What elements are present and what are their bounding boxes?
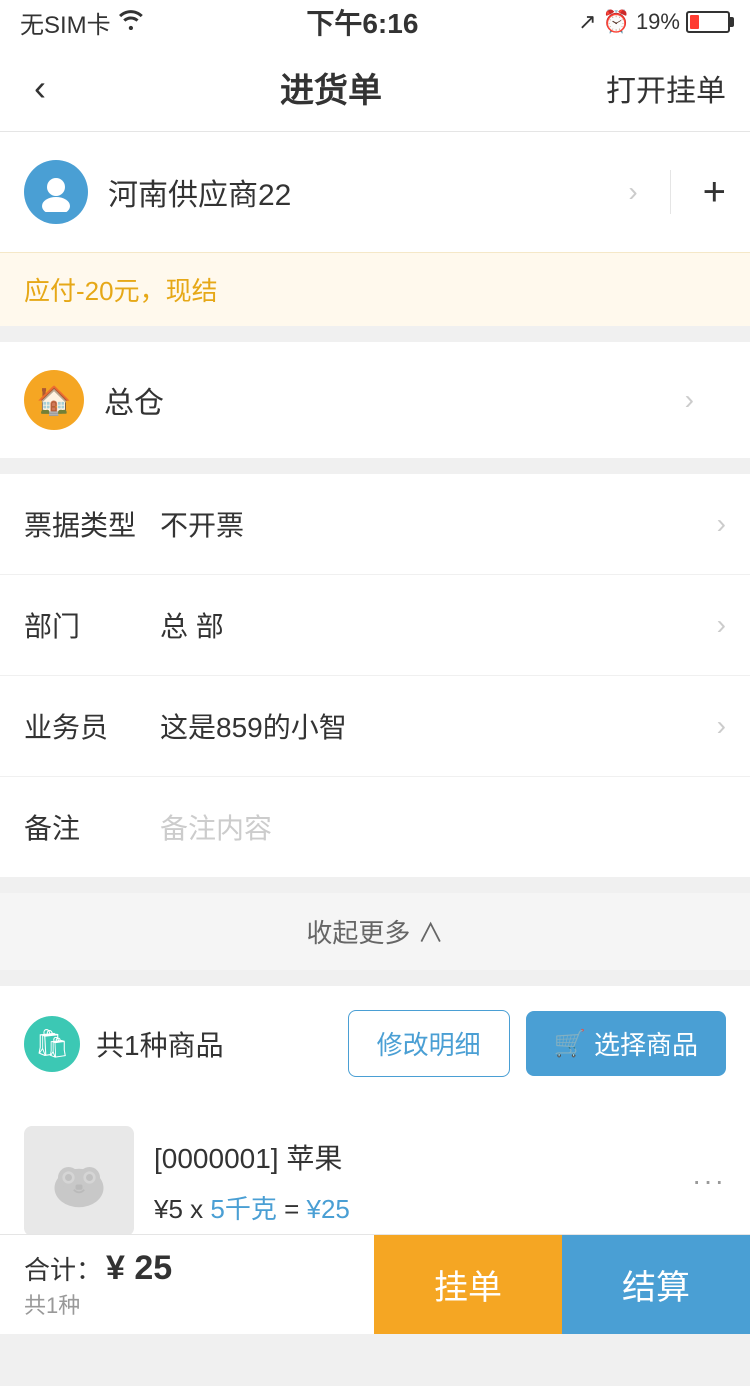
supplier-row[interactable]: 河南供应商22 › + (0, 132, 750, 252)
status-right-area: ↗ ⏰ 19% (578, 9, 730, 35)
add-supplier-button[interactable]: + (703, 170, 726, 215)
warehouse-card: 🏠 总仓 › (0, 342, 750, 458)
supplier-chevron-icon: › (628, 176, 637, 208)
battery-icon (686, 11, 730, 33)
nav-bar: ‹ 进货单 打开挂单 (0, 44, 750, 132)
equals-symbol: = (284, 1194, 299, 1224)
alarm-icon: ⏰ (603, 9, 630, 35)
battery-percent: 19% (636, 9, 680, 35)
dept-label: 部门 (24, 605, 144, 645)
select-icon: 🛒 (554, 1028, 586, 1059)
divider (670, 170, 671, 214)
status-carrier: 无SIM卡 (20, 5, 147, 40)
collapse-row[interactable]: 收起更多 ∧ (0, 893, 750, 970)
products-icon: 🛍 (24, 1016, 80, 1072)
total-count: 共1种 (24, 1288, 350, 1320)
total-section: 合计： ¥ 25 共1种 (0, 1235, 374, 1334)
collapse-label: 收起更多 ∧ (306, 913, 443, 950)
checkout-button[interactable]: 结算 (562, 1235, 750, 1334)
product-price: ¥5 x 5千克 = ¥25 (154, 1189, 672, 1226)
warehouse-name: 总仓 (104, 378, 685, 422)
status-bar: 无SIM卡 下午6:16 ↗ ⏰ 19% (0, 0, 750, 44)
product-total: ¥25 (307, 1194, 350, 1224)
products-header: 🛍 共1种商品 修改明细 🛒 选择商品 (0, 986, 750, 1101)
product-thumbnail (24, 1126, 134, 1236)
remark-row[interactable]: 备注 备注内容 (0, 776, 750, 877)
products-card: 🛍 共1种商品 修改明细 🛒 选择商品 (0, 986, 750, 1260)
product-more-button[interactable]: ··· (692, 1165, 726, 1197)
product-info: [0000001] 苹果 ¥5 x 5千克 = ¥25 (154, 1137, 672, 1226)
dept-chevron-icon: › (717, 609, 726, 641)
remark-label: 备注 (24, 807, 144, 847)
form-card: 票据类型 不开票 › 部门 总 部 › 业务员 这是859的小智 › 备注 备注… (0, 474, 750, 877)
total-label: 合计： (24, 1250, 102, 1287)
sales-chevron-icon: › (717, 710, 726, 742)
supplier-name: 河南供应商22 (108, 170, 628, 214)
dept-row[interactable]: 部门 总 部 › (0, 574, 750, 675)
product-qty: 5千克 (210, 1194, 284, 1224)
product-code: [0000001] (154, 1143, 279, 1174)
sales-label: 业务员 (24, 706, 144, 746)
invoice-label: 票据类型 (24, 504, 144, 544)
location-icon: ↗ (578, 9, 596, 35)
supplier-card: 河南供应商22 › + 应付-20元，现结 (0, 132, 750, 326)
total-amount: ¥ 25 (106, 1249, 172, 1288)
notice-banner: 应付-20元，现结 (0, 252, 750, 326)
select-label: 选择商品 (594, 1025, 698, 1062)
sales-value: 这是859的小智 (144, 706, 717, 746)
multiply-symbol: x (190, 1194, 203, 1224)
warehouse-chevron-icon: › (685, 384, 694, 416)
open-hang-button[interactable]: 打开挂单 (606, 66, 726, 110)
house-icon: 🏠 (37, 384, 72, 417)
supplier-avatar (24, 160, 88, 224)
wifi-icon (119, 8, 147, 37)
hang-button[interactable]: 挂单 (374, 1235, 562, 1334)
edit-detail-button[interactable]: 修改明细 (348, 1010, 510, 1077)
main-content: 河南供应商22 › + 应付-20元，现结 🏠 总仓 › 票据类型 不开票 › … (0, 132, 750, 1386)
bottom-bar: 合计： ¥ 25 共1种 挂单 结算 (0, 1234, 750, 1334)
product-name: [0000001] 苹果 (154, 1137, 672, 1177)
back-button[interactable]: ‹ (24, 57, 56, 119)
invoice-row[interactable]: 票据类型 不开票 › (0, 474, 750, 574)
select-product-button[interactable]: 🛒 选择商品 (526, 1011, 726, 1076)
unit-price: ¥5 (154, 1194, 183, 1224)
products-count: 共1种商品 (96, 1024, 332, 1064)
carrier-text: 无SIM卡 (20, 5, 111, 40)
product-thumb-icon (44, 1146, 114, 1216)
status-time: 下午6:16 (306, 2, 418, 42)
dept-value: 总 部 (144, 605, 717, 645)
shopping-bag-icon: 🛍 (34, 1027, 70, 1060)
page-title: 进货单 (280, 63, 382, 112)
invoice-value: 不开票 (144, 504, 717, 544)
sales-row[interactable]: 业务员 这是859的小智 › (0, 675, 750, 776)
invoice-chevron-icon: › (717, 508, 726, 540)
warehouse-row[interactable]: 🏠 总仓 › (0, 342, 750, 458)
product-title: 苹果 (286, 1143, 342, 1174)
spacer (0, 326, 750, 342)
warehouse-icon: 🏠 (24, 370, 84, 430)
remark-input[interactable]: 备注内容 (144, 807, 726, 847)
